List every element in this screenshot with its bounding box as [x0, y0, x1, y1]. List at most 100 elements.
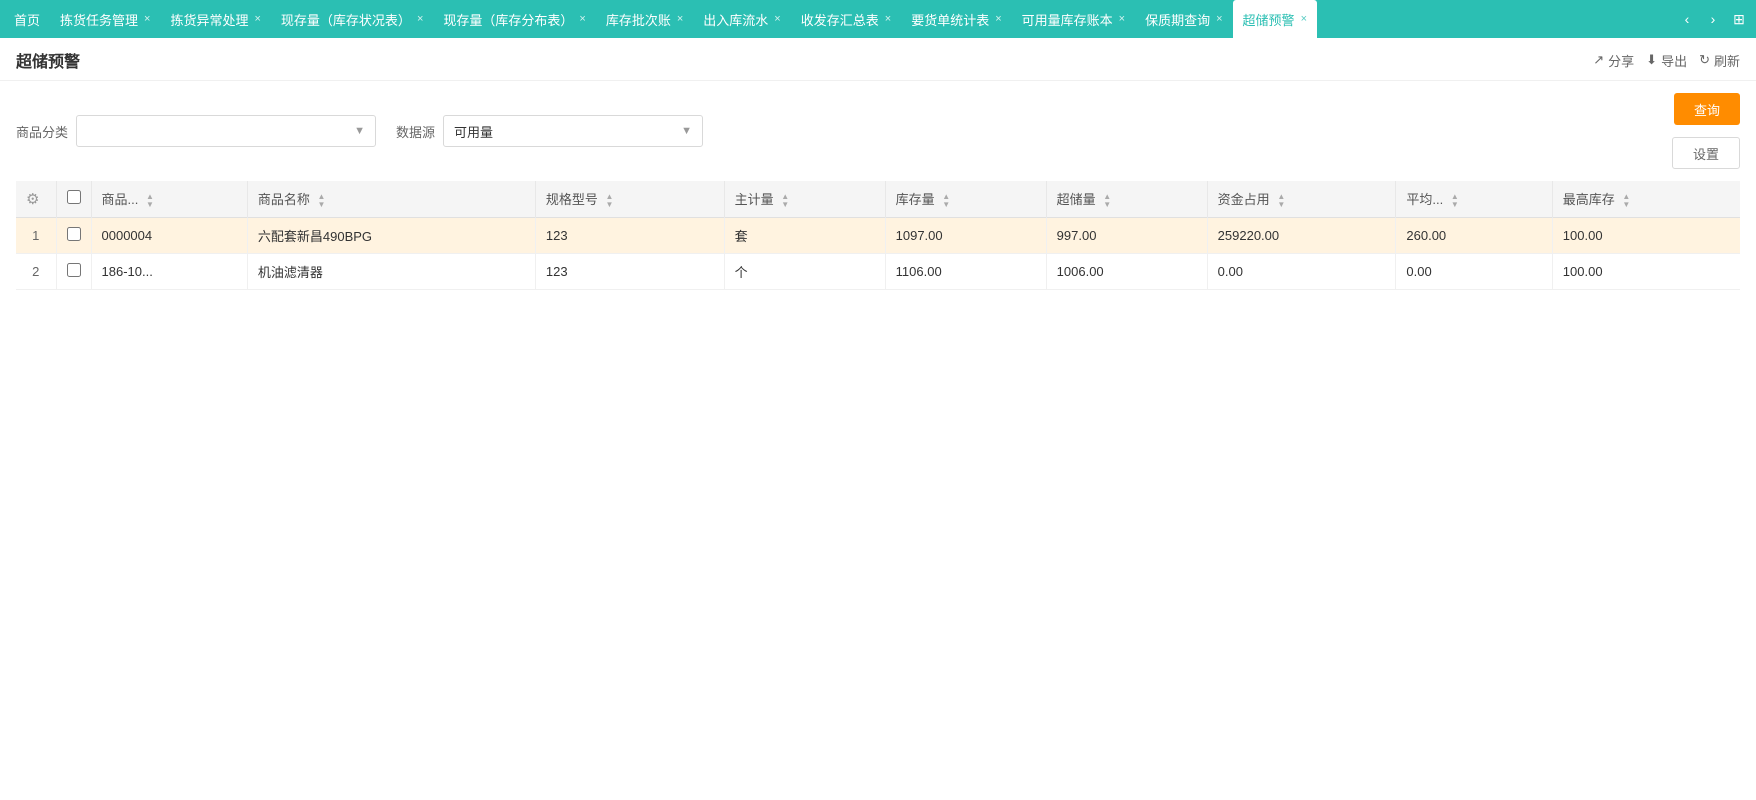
close-icon-8[interactable]: × — [995, 13, 1001, 25]
page-header: 超储预警 ↗ 分享 ⬇ 导出 ↻ 刷新 — [0, 38, 1756, 81]
row-maxstock-0: 100.00 — [1552, 217, 1740, 253]
sort-icon-avg: ▲▼ — [1451, 193, 1459, 209]
close-icon-11[interactable]: × — [1301, 13, 1307, 25]
row-capital-1: 0.00 — [1207, 253, 1396, 289]
col-product-code[interactable]: 商品... ▲▼ — [91, 181, 247, 217]
nav-label-1: 拣货任务管理 — [60, 10, 138, 29]
nav-item-11[interactable]: 超储预警 × — [1233, 0, 1317, 38]
nav-item-5[interactable]: 库存批次账 × — [596, 0, 693, 38]
row-checkbox-0[interactable] — [56, 217, 91, 253]
refresh-label: 刷新 — [1714, 51, 1740, 70]
row-select-1[interactable] — [67, 263, 81, 277]
row-spec-0: 123 — [535, 217, 724, 253]
share-icon: ↗ — [1593, 52, 1604, 68]
header-actions: ↗ 分享 ⬇ 导出 ↻ 刷新 — [1593, 51, 1740, 70]
close-icon-2[interactable]: × — [254, 13, 260, 25]
close-icon-9[interactable]: × — [1119, 13, 1125, 25]
col-unit[interactable]: 主计量 ▲▼ — [724, 181, 885, 217]
col-max-stock[interactable]: 最高库存 ▲▼ — [1552, 181, 1740, 217]
row-code-0: 0000004 — [91, 217, 247, 253]
nav-item-2[interactable]: 拣货异常处理 × — [160, 0, 270, 38]
row-num-1: 2 — [16, 253, 56, 289]
nav-next-arrow[interactable]: › — [1700, 0, 1726, 38]
nav-item-8[interactable]: 要货单统计表 × — [901, 0, 1011, 38]
chevron-down-icon: ▼ — [354, 125, 365, 137]
query-button[interactable]: 查询 — [1674, 93, 1740, 125]
sort-icon-name: ▲▼ — [318, 193, 326, 209]
row-overstock-0: 997.00 — [1046, 217, 1207, 253]
row-name-0: 六配套新昌490BPG — [247, 217, 535, 253]
close-icon-1[interactable]: × — [144, 13, 150, 25]
close-icon-7[interactable]: × — [885, 13, 891, 25]
sort-icon-spec: ▲▼ — [606, 193, 614, 209]
close-icon-3[interactable]: × — [417, 13, 423, 25]
category-select[interactable]: ▼ — [76, 115, 376, 147]
refresh-icon: ↻ — [1699, 52, 1710, 68]
nav-item-10[interactable]: 保质期查询 × — [1135, 0, 1232, 38]
row-avg-1: 0.00 — [1396, 253, 1552, 289]
data-table: ⚙ 商品... ▲▼ 商品名称 ▲▼ 规格型号 ▲▼ 主计 — [16, 181, 1740, 290]
nav-expand-arrow[interactable]: ⊞ — [1726, 0, 1752, 38]
nav-label-home: 首页 — [14, 10, 40, 29]
close-icon-5[interactable]: × — [677, 13, 683, 25]
row-unit-1: 个 — [724, 253, 885, 289]
row-capital-0: 259220.00 — [1207, 217, 1396, 253]
nav-item-1[interactable]: 拣货任务管理 × — [50, 0, 160, 38]
close-icon-10[interactable]: × — [1216, 13, 1222, 25]
table-container: ⚙ 商品... ▲▼ 商品名称 ▲▼ 规格型号 ▲▼ 主计 — [0, 181, 1756, 290]
row-stock-1: 1106.00 — [885, 253, 1046, 289]
nav-label-10: 保质期查询 — [1145, 10, 1210, 29]
settings-button[interactable]: 设置 — [1672, 137, 1740, 169]
nav-label-4: 现存量（库存分布表） — [443, 10, 573, 29]
row-spec-1: 123 — [535, 253, 724, 289]
nav-item-4[interactable]: 现存量（库存分布表） × — [433, 0, 595, 38]
sort-icon-overstock: ▲▼ — [1103, 193, 1111, 209]
nav-bar: 首页 拣货任务管理 × 拣货异常处理 × 现存量（库存状况表） × 现存量（库存… — [0, 0, 1756, 38]
nav-item-6[interactable]: 出入库流水 × — [693, 0, 790, 38]
nav-item-7[interactable]: 收发存汇总表 × — [791, 0, 901, 38]
export-button[interactable]: ⬇ 导出 — [1646, 51, 1687, 70]
row-avg-0: 260.00 — [1396, 217, 1552, 253]
category-filter-group: 商品分类 ▼ — [16, 115, 376, 147]
col-stock[interactable]: 库存量 ▲▼ — [885, 181, 1046, 217]
share-button[interactable]: ↗ 分享 — [1593, 51, 1634, 70]
col-checkbox — [56, 181, 91, 217]
gear-icon[interactable]: ⚙ — [26, 191, 39, 208]
col-capital[interactable]: 资金占用 ▲▼ — [1207, 181, 1396, 217]
datasource-select[interactable]: 可用量 ▼ — [443, 115, 703, 147]
sort-icon-stock: ▲▼ — [942, 193, 950, 209]
sort-icon-capital: ▲▼ — [1277, 193, 1285, 209]
nav-item-3[interactable]: 现存量（库存状况表） × — [271, 0, 433, 38]
nav-label-8: 要货单统计表 — [911, 10, 989, 29]
col-avg[interactable]: 平均... ▲▼ — [1396, 181, 1552, 217]
nav-prev-arrow[interactable]: ‹ — [1674, 0, 1700, 38]
row-overstock-1: 1006.00 — [1046, 253, 1207, 289]
datasource-label: 数据源 — [396, 122, 435, 141]
datasource-value: 可用量 — [454, 122, 493, 141]
close-icon-4[interactable]: × — [579, 13, 585, 25]
table-row: 2 186-10... 机油滤清器 123 个 1106.00 1006.00 … — [16, 253, 1740, 289]
nav-label-6: 出入库流水 — [703, 10, 768, 29]
table-row: 1 0000004 六配套新昌490BPG 123 套 1097.00 997.… — [16, 217, 1740, 253]
nav-item-home[interactable]: 首页 — [4, 0, 50, 38]
refresh-button[interactable]: ↻ 刷新 — [1699, 51, 1740, 70]
sort-icon-max: ▲▼ — [1622, 193, 1630, 209]
nav-label-5: 库存批次账 — [606, 10, 671, 29]
nav-item-9[interactable]: 可用量库存账本 × — [1012, 0, 1135, 38]
row-name-1: 机油滤清器 — [247, 253, 535, 289]
sort-icon-unit: ▲▼ — [781, 193, 789, 209]
col-overstock[interactable]: 超储量 ▲▼ — [1046, 181, 1207, 217]
row-num-0: 1 — [16, 217, 56, 253]
row-checkbox-1[interactable] — [56, 253, 91, 289]
nav-label-7: 收发存汇总表 — [801, 10, 879, 29]
col-product-name[interactable]: 商品名称 ▲▼ — [247, 181, 535, 217]
col-gear[interactable]: ⚙ — [16, 181, 56, 217]
row-stock-0: 1097.00 — [885, 217, 1046, 253]
filter-area: 商品分类 ▼ 数据源 可用量 ▼ 查询 设置 — [0, 81, 1756, 181]
close-icon-6[interactable]: × — [774, 13, 780, 25]
export-icon: ⬇ — [1646, 52, 1657, 68]
col-spec[interactable]: 规格型号 ▲▼ — [535, 181, 724, 217]
row-select-0[interactable] — [67, 227, 81, 241]
row-unit-0: 套 — [724, 217, 885, 253]
select-all-checkbox[interactable] — [67, 190, 81, 204]
